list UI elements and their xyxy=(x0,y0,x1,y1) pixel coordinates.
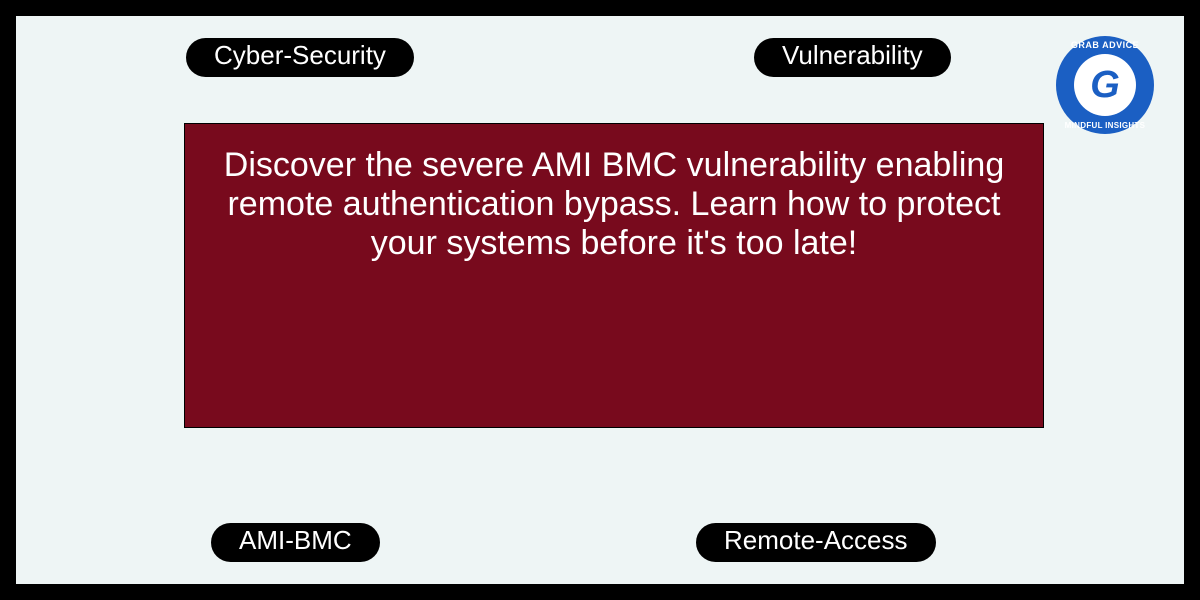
tag-remote-access[interactable]: Remote-Access xyxy=(696,523,936,562)
logo-letter: G xyxy=(1090,66,1120,104)
tag-label: Vulnerability xyxy=(782,40,923,70)
tag-label: Remote-Access xyxy=(724,525,908,555)
tag-label: Cyber-Security xyxy=(214,40,386,70)
hero-text: Discover the severe AMI BMC vulnerabilit… xyxy=(213,146,1015,263)
brand-logo: GRAB ADVICE G MINDFUL INSIGHTS xyxy=(1056,36,1154,134)
logo-text-top: GRAB ADVICE xyxy=(1056,40,1154,50)
content-frame: Cyber-Security Vulnerability Discover th… xyxy=(16,16,1184,584)
tag-cyber-security[interactable]: Cyber-Security xyxy=(186,38,414,77)
logo-ring: GRAB ADVICE G MINDFUL INSIGHTS xyxy=(1056,36,1154,134)
logo-text-bottom: MINDFUL INSIGHTS xyxy=(1056,121,1154,130)
tag-vulnerability[interactable]: Vulnerability xyxy=(754,38,951,77)
tag-label: AMI-BMC xyxy=(239,525,352,555)
logo-inner: G xyxy=(1074,54,1136,116)
hero-panel: Discover the severe AMI BMC vulnerabilit… xyxy=(184,123,1044,428)
tag-ami-bmc[interactable]: AMI-BMC xyxy=(211,523,380,562)
